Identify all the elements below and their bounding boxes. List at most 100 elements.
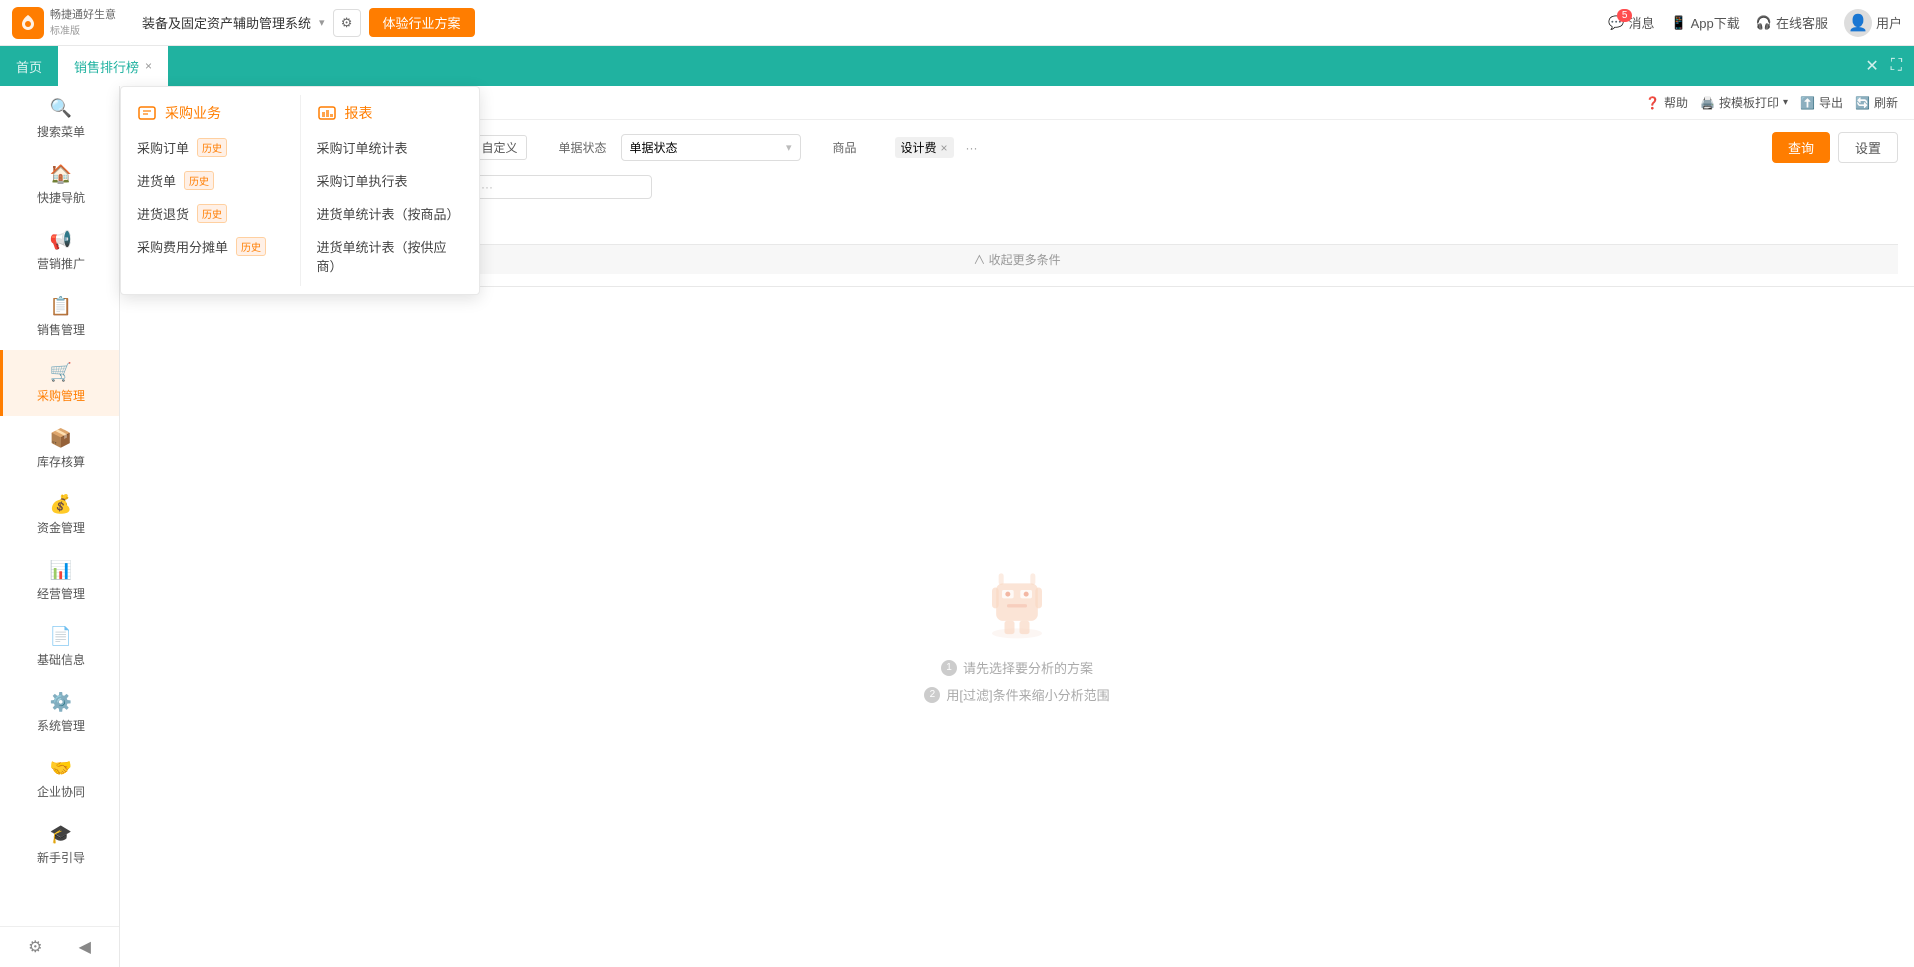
- top-header: 畅捷通好生意 标准版 装备及固定资产辅助管理系统 ▾ ⚙ 体验行业方案 💬 5 …: [0, 0, 1914, 46]
- tab-expand-icon[interactable]: ⛶: [1891, 57, 1902, 75]
- logo-text: 畅捷通好生意: [50, 8, 116, 22]
- order-stats-label: 采购订单统计表: [317, 138, 408, 157]
- sidebar-item-sales[interactable]: 📋 销售管理: [0, 284, 119, 350]
- sidebar-label-guide: 新手引导: [37, 849, 85, 866]
- guide-icon: 🎓: [50, 824, 72, 845]
- sidebar-settings-icon[interactable]: ⚙: [28, 937, 42, 957]
- goods-filter-tag: 设计费 ×: [895, 137, 954, 158]
- export-button[interactable]: ⬆️ 导出: [1800, 94, 1843, 111]
- print-button[interactable]: 🖨️ 按模板打印 ▾: [1700, 94, 1788, 111]
- collapse-icon: ∧: [973, 253, 988, 267]
- goods-receipt-label: 进货单: [137, 171, 176, 190]
- reports-header-icon: [317, 103, 337, 123]
- empty-hint-1: 1 请先选择要分析的方案: [941, 658, 1093, 677]
- quick-date-custom[interactable]: 自定义: [473, 135, 527, 160]
- help-button[interactable]: ❓ 帮助: [1645, 94, 1688, 111]
- tab-close-icon-right[interactable]: ✕: [1865, 56, 1878, 76]
- collab-icon: 🤝: [50, 758, 72, 779]
- query-button[interactable]: 查询: [1772, 132, 1830, 163]
- system-title-area: 装备及固定资产辅助管理系统 ▾ ⚙ 体验行业方案: [132, 8, 1608, 37]
- system-title: 装备及固定资产辅助管理系统: [142, 13, 311, 32]
- management-icon: 📊: [50, 560, 72, 581]
- dropdown-item-order-stats[interactable]: 采购订单统计表: [301, 131, 480, 164]
- title-dropdown-icon[interactable]: ▾: [319, 16, 325, 29]
- print-label: 按模板打印: [1719, 94, 1779, 111]
- header-right: 💬 5 消息 📱 App下载 🎧 在线客服 👤 用户: [1608, 9, 1902, 37]
- message-badge: 5: [1617, 9, 1633, 22]
- step-num-1: 1: [941, 660, 957, 676]
- sidebar-item-marketing[interactable]: 📢 营销推广: [0, 218, 119, 284]
- doc-status-select[interactable]: 单据状态 ▾: [621, 134, 801, 161]
- sidebar-label-sales: 销售管理: [37, 321, 85, 338]
- gear-button[interactable]: ⚙: [333, 9, 361, 37]
- logo-sub: 标准版: [50, 22, 116, 37]
- goods-tag-close-icon[interactable]: ×: [941, 141, 948, 155]
- sidebar-item-basic[interactable]: 📄 基础信息: [0, 614, 119, 680]
- sidebar-item-system[interactable]: ⚙️ 系统管理: [0, 680, 119, 746]
- dropdown-item-goods-return[interactable]: 进货退货 历史: [121, 197, 300, 230]
- purchase-order-history-badge: 历史: [197, 138, 227, 157]
- dropdown-item-receipt-stats-goods[interactable]: 进货单统计表（按商品）: [301, 197, 480, 230]
- purchase-expense-label: 采购费用分摊单: [137, 237, 228, 256]
- trial-button[interactable]: 体验行业方案: [369, 8, 475, 37]
- finance-icon: 💰: [50, 494, 72, 515]
- refresh-label: 刷新: [1874, 94, 1898, 111]
- dropdown-item-goods-receipt[interactable]: 进货单 历史: [121, 164, 300, 197]
- headset-icon: 🎧: [1756, 15, 1772, 31]
- print-dropdown-icon: ▾: [1783, 97, 1788, 108]
- home-icon: 🏠: [50, 164, 72, 185]
- sidebar-item-guide[interactable]: 🎓 新手引导: [0, 812, 119, 878]
- online-service-button[interactable]: 🎧 在线客服: [1756, 13, 1828, 32]
- dropdown-item-receipt-stats-supplier[interactable]: 进货单统计表（按供应商）: [301, 230, 480, 282]
- message-label: 消息: [1628, 13, 1654, 32]
- dropdown-item-order-execution[interactable]: 采购订单执行表: [301, 164, 480, 197]
- user-button[interactable]: 👤 用户: [1844, 9, 1902, 37]
- sidebar-bottom: ⚙ ◀: [0, 926, 119, 967]
- sidebar-label-search: 搜索菜单: [37, 123, 85, 140]
- sidebar-item-search[interactable]: 🔍 搜索菜单: [0, 86, 119, 152]
- purchase-col-title: 采购业务: [165, 103, 221, 123]
- logo-area: 畅捷通好生意 标准版: [12, 7, 132, 39]
- empty-hint-2-text: 用[过滤]条件来缩小分析范围: [946, 685, 1109, 704]
- app-download-button[interactable]: 📱 App下载: [1670, 13, 1739, 32]
- app-label: App下载: [1691, 13, 1740, 32]
- order-execution-label: 采购订单执行表: [317, 171, 408, 190]
- sidebar-item-inventory[interactable]: 📦 库存核算: [0, 416, 119, 482]
- sidebar-item-nav[interactable]: 🏠 快捷导航: [0, 152, 119, 218]
- message-button[interactable]: 💬 5 消息: [1608, 13, 1654, 32]
- print-icon: 🖨️: [1700, 96, 1715, 110]
- sidebar-collapse-icon[interactable]: ◀: [79, 937, 91, 957]
- sidebar-item-collab[interactable]: 🤝 企业协同: [0, 746, 119, 812]
- avatar: 👤: [1844, 9, 1872, 37]
- purchase-business-col: 采购业务 采购订单 历史 进货单 历史 进货退货 历史 采购费用分摊单 历史: [121, 87, 300, 294]
- collapse-label: 收起更多条件: [989, 253, 1061, 267]
- tab-home[interactable]: 首页: [0, 46, 58, 86]
- sidebar-label-management: 经营管理: [37, 585, 85, 602]
- filter-more-icon: ···: [966, 141, 978, 155]
- sidebar-item-management[interactable]: 📊 经营管理: [0, 548, 119, 614]
- setting-button[interactable]: 设置: [1838, 132, 1898, 163]
- purchase-order-label: 采购订单: [137, 138, 189, 157]
- salesman-more: ···: [481, 180, 493, 194]
- dropdown-item-purchase-order[interactable]: 采购订单 历史: [121, 131, 300, 164]
- purchase-icon: 🛒: [50, 362, 72, 383]
- sidebar-item-purchase[interactable]: 🛒 采购管理: [0, 350, 119, 416]
- receipt-stats-supplier-label: 进货单统计表（按供应商）: [317, 237, 464, 275]
- tab-sales-rank[interactable]: 销售排行榜 ×: [58, 46, 168, 86]
- sidebar-item-finance[interactable]: 💰 资金管理: [0, 482, 119, 548]
- refresh-button[interactable]: 🔄 刷新: [1855, 94, 1898, 111]
- empty-hint-2: 2 用[过滤]条件来缩小分析范围: [924, 685, 1109, 704]
- doc-status-value: 单据状态: [630, 139, 678, 156]
- dropdown-item-purchase-expense[interactable]: 采购费用分摊单 历史: [121, 230, 300, 263]
- sidebar-label-inventory: 库存核算: [37, 453, 85, 470]
- empty-illustration: [967, 550, 1067, 650]
- receipt-stats-goods-label: 进货单统计表（按商品）: [317, 204, 460, 223]
- mobile-icon: 📱: [1670, 15, 1686, 31]
- tab-bar-right: ✕ ⛶: [1865, 56, 1914, 76]
- tab-sales-rank-label: 销售排行榜: [74, 57, 139, 76]
- marketing-icon: 📢: [50, 230, 72, 251]
- help-icon: ❓: [1645, 96, 1660, 110]
- salesman-select[interactable]: ···: [472, 175, 652, 199]
- goods-receipt-history-badge: 历史: [184, 171, 214, 190]
- tab-close-icon[interactable]: ×: [145, 59, 152, 73]
